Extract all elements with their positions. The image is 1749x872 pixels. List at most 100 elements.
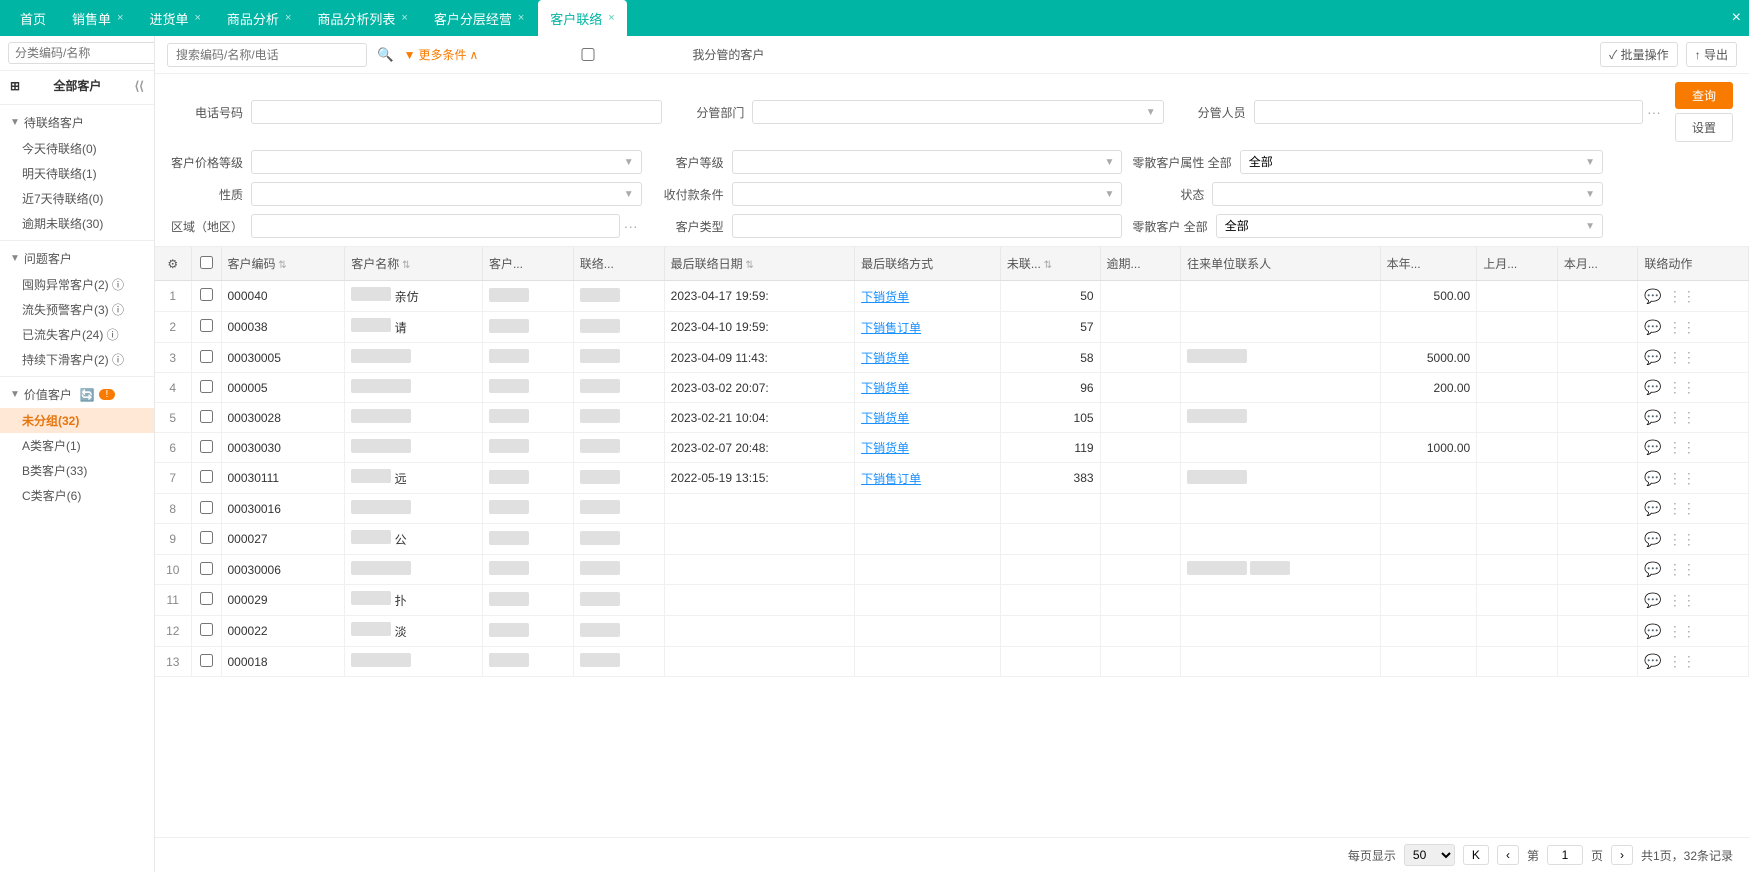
- row-checkbox[interactable]: [191, 343, 221, 373]
- close-icon[interactable]: ×: [285, 12, 291, 24]
- th-uncontact[interactable]: 未联...: [1000, 247, 1100, 281]
- nature-select[interactable]: [251, 182, 642, 206]
- sidebar-item-warning[interactable]: 流失预警客户(3) ⓘ: [0, 297, 154, 322]
- status-select[interactable]: [1212, 182, 1603, 206]
- manager-input[interactable]: [1254, 100, 1643, 124]
- close-icon[interactable]: ×: [194, 12, 200, 24]
- more-action-icon[interactable]: ⋮⋮: [1668, 623, 1696, 640]
- dept-select[interactable]: [752, 100, 1163, 124]
- sidebar-item-7days[interactable]: 近7天待联络(0): [0, 186, 154, 211]
- sidebar-all-customers[interactable]: ⊞ 全部客户 ⟨⟨: [0, 71, 154, 100]
- sidebar-item-lost[interactable]: 已流失客户(24) ⓘ: [0, 322, 154, 347]
- sidebar-group-problem[interactable]: ▼ 问题客户: [0, 245, 154, 272]
- more-action-icon[interactable]: ⋮⋮: [1668, 379, 1696, 396]
- row-checkbox[interactable]: [191, 524, 221, 555]
- row-checkbox[interactable]: [191, 373, 221, 403]
- row-checkbox[interactable]: [191, 616, 221, 647]
- th-cust-cat[interactable]: 客户...: [482, 247, 573, 281]
- last-method-link[interactable]: 下销货单: [861, 290, 909, 304]
- message-icon[interactable]: 💬: [1644, 653, 1661, 670]
- th-overdue[interactable]: 逾期...: [1100, 247, 1181, 281]
- last-method-link[interactable]: 下销货单: [861, 351, 909, 365]
- sidebar-item-overdue[interactable]: 逾期未联络(30): [0, 211, 154, 236]
- message-icon[interactable]: 💬: [1644, 623, 1661, 640]
- phone-input[interactable]: [251, 100, 662, 124]
- filter-search-button[interactable]: 🔍: [377, 47, 394, 63]
- last-method-link[interactable]: 下销货单: [861, 381, 909, 395]
- th-name[interactable]: 客户名称: [345, 247, 483, 281]
- close-icon[interactable]: ×: [117, 12, 123, 24]
- sidebar-item-class-b[interactable]: B类客户(33): [0, 458, 154, 483]
- row-check[interactable]: [200, 380, 213, 393]
- row-check[interactable]: [200, 350, 213, 363]
- tab-purchase[interactable]: 进货单 ×: [137, 0, 212, 36]
- th-last-method[interactable]: 最后联络方式: [855, 247, 1001, 281]
- collapse-icon[interactable]: ⟨⟨: [135, 79, 144, 93]
- row-checkbox[interactable]: [191, 494, 221, 524]
- sidebar-item-class-a[interactable]: A类客户(1): [0, 433, 154, 458]
- sidebar-item-today[interactable]: 今天待联络(0): [0, 136, 154, 161]
- row-check[interactable]: [200, 654, 213, 667]
- last-method-link[interactable]: 下销售订单: [861, 321, 921, 335]
- row-checkbox[interactable]: [191, 555, 221, 585]
- last-method-link[interactable]: 下销货单: [861, 441, 909, 455]
- th-last-month[interactable]: 上月...: [1477, 247, 1558, 281]
- row-checkbox[interactable]: [191, 403, 221, 433]
- more-conditions-button[interactable]: ▼ 更多条件 ∧: [404, 46, 479, 63]
- more-action-icon[interactable]: ⋮⋮: [1668, 592, 1696, 609]
- row-check[interactable]: [200, 531, 213, 544]
- th-this-month[interactable]: 本月...: [1557, 247, 1638, 281]
- tab-home[interactable]: 首页: [8, 0, 58, 36]
- th-partner[interactable]: 往来单位联系人: [1181, 247, 1380, 281]
- retail-attr-select[interactable]: 全部: [1240, 150, 1603, 174]
- tab-customer-contact[interactable]: 客户联络 ×: [538, 0, 626, 36]
- row-checkbox[interactable]: [191, 585, 221, 616]
- row-checkbox[interactable]: [191, 281, 221, 312]
- close-icon[interactable]: ×: [401, 12, 407, 24]
- row-check[interactable]: [200, 562, 213, 575]
- select-all-checkbox[interactable]: [200, 256, 213, 269]
- prev-page-button[interactable]: ‹: [1497, 845, 1519, 865]
- row-checkbox[interactable]: [191, 312, 221, 343]
- batch-op-button[interactable]: ✓ 批量操作: [1600, 42, 1678, 67]
- sidebar-item-tomorrow[interactable]: 明天待联络(1): [0, 161, 154, 186]
- message-icon[interactable]: 💬: [1644, 500, 1661, 517]
- row-check[interactable]: [200, 440, 213, 453]
- th-code[interactable]: 客户编码: [221, 247, 345, 281]
- more-action-icon[interactable]: ⋮⋮: [1668, 439, 1696, 456]
- th-gear[interactable]: ⚙: [155, 247, 191, 281]
- query-button[interactable]: 查询: [1675, 82, 1733, 109]
- first-page-button[interactable]: K: [1463, 845, 1489, 865]
- row-checkbox[interactable]: [191, 647, 221, 677]
- last-method-link[interactable]: 下销货单: [861, 411, 909, 425]
- row-check[interactable]: [200, 623, 213, 636]
- region-dots-button[interactable]: ···: [620, 218, 642, 234]
- message-icon[interactable]: 💬: [1644, 592, 1661, 609]
- export-button[interactable]: ↑ 导出: [1686, 42, 1737, 67]
- message-icon[interactable]: 💬: [1644, 409, 1661, 426]
- close-icon[interactable]: ×: [518, 12, 524, 24]
- more-action-icon[interactable]: ⋮⋮: [1668, 319, 1696, 336]
- sidebar-group-pending[interactable]: ▼ 待联络客户: [0, 109, 154, 136]
- more-action-icon[interactable]: ⋮⋮: [1668, 409, 1696, 426]
- th-checkbox[interactable]: [191, 247, 221, 281]
- more-action-icon[interactable]: ⋮⋮: [1668, 349, 1696, 366]
- reset-button[interactable]: 设置: [1675, 113, 1733, 142]
- next-page-button[interactable]: ›: [1611, 845, 1633, 865]
- cust-grade-select[interactable]: [732, 150, 1123, 174]
- sidebar-group-value[interactable]: ▼ 价值客户 🔄 !: [0, 381, 154, 408]
- sidebar-item-hoarding[interactable]: 囤购异常客户(2) ⓘ: [0, 272, 154, 297]
- sidebar-item-ungroup[interactable]: 未分组(32): [0, 408, 154, 433]
- row-check[interactable]: [200, 501, 213, 514]
- message-icon[interactable]: 💬: [1644, 288, 1661, 305]
- payment-select[interactable]: [732, 182, 1123, 206]
- more-action-icon[interactable]: ⋮⋮: [1668, 288, 1696, 305]
- per-page-select[interactable]: 50 100: [1404, 844, 1455, 866]
- row-check[interactable]: [200, 288, 213, 301]
- row-check[interactable]: [200, 410, 213, 423]
- retail-cust-select[interactable]: 全部: [1216, 214, 1603, 238]
- th-last-date[interactable]: 最后联络日期: [664, 247, 854, 281]
- tab-product-analysis-list[interactable]: 商品分析列表 ×: [305, 0, 419, 36]
- tab-customer-tier[interactable]: 客户分层经营 ×: [422, 0, 536, 36]
- row-checkbox[interactable]: [191, 463, 221, 494]
